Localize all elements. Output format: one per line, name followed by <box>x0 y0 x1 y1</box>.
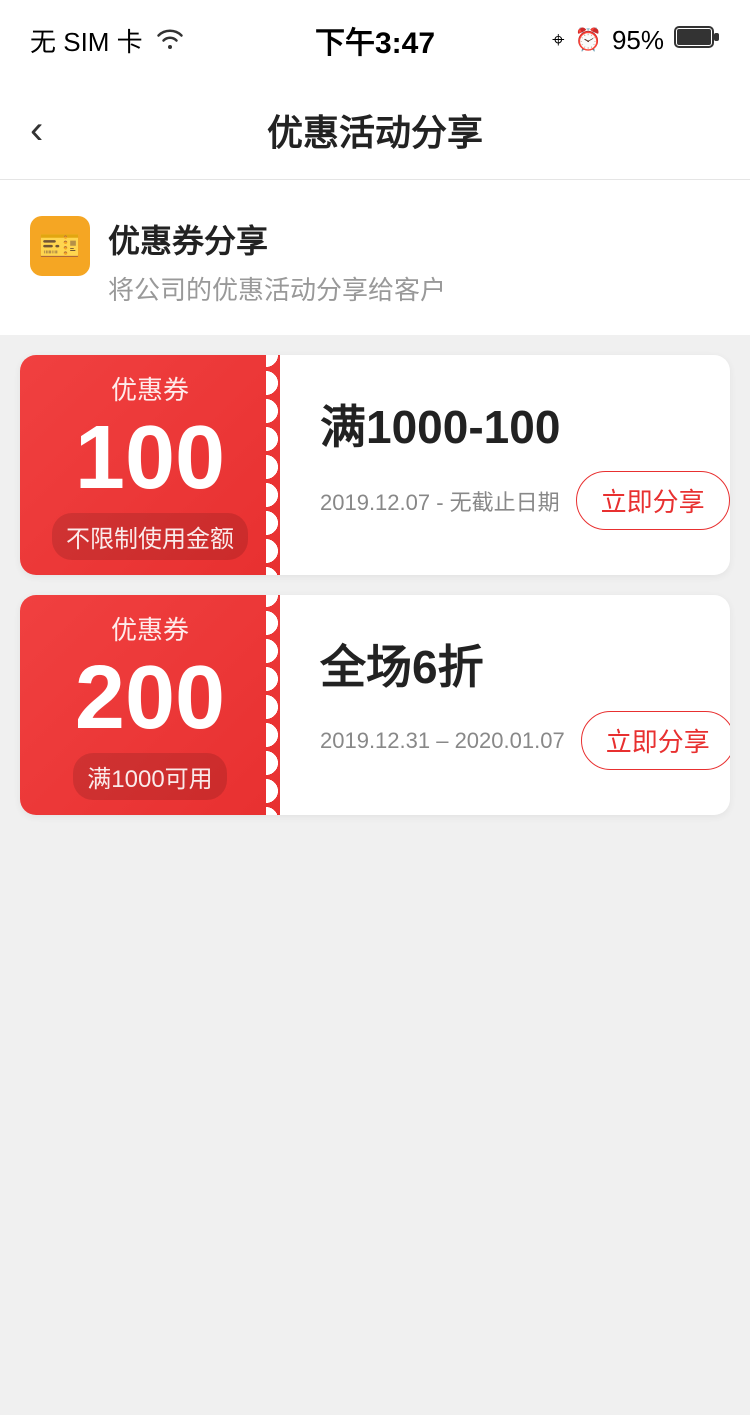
nav-bar: ‹ 优惠活动分享 <box>0 80 750 180</box>
location-icon: ⌖ <box>552 27 564 53</box>
coupon-name-2: 全场6折 <box>320 640 700 695</box>
coupon-label-2: 优惠券 <box>111 610 189 647</box>
bottom-area <box>0 815 750 1415</box>
section-header: 🎫 优惠券分享 将公司的优惠活动分享给客户 <box>0 180 750 335</box>
coupon-condition-1: 不限制使用金额 <box>52 513 248 560</box>
battery-text: 95% <box>612 25 664 56</box>
carrier-text: 无 SIM 卡 <box>30 22 143 59</box>
coupon-left-2: 优惠券 200 满1000可用 <box>20 595 280 815</box>
coupon-date-2: 2019.12.31 – 2020.01.07 <box>320 728 565 754</box>
back-button[interactable]: ‹ <box>30 110 43 150</box>
coupon-meta-1: 2019.12.07 - 无截止日期 立即分享 <box>320 471 700 530</box>
page-title: 优惠活动分享 <box>267 104 483 156</box>
coupon-card-2: 优惠券 200 满1000可用 全场6折 2019.12.31 – 2020.0… <box>20 595 730 815</box>
status-left: 无 SIM 卡 <box>30 22 185 59</box>
battery-icon <box>674 25 720 56</box>
section-text: 优惠券分享 将公司的优惠活动分享给客户 <box>108 216 446 307</box>
share-button-1[interactable]: 立即分享 <box>576 471 730 530</box>
wifi-icon <box>155 25 185 56</box>
coupon-right-2: 全场6折 2019.12.31 – 2020.01.07 立即分享 <box>280 595 730 815</box>
section-subtitle: 将公司的优惠活动分享给客户 <box>108 270 446 307</box>
coupon-card-1: 优惠券 100 不限制使用金额 满1000-100 2019.12.07 - 无… <box>20 355 730 575</box>
coupon-right-1: 满1000-100 2019.12.07 - 无截止日期 立即分享 <box>280 355 730 575</box>
share-button-2[interactable]: 立即分享 <box>581 711 730 770</box>
coupon-label-1: 优惠券 <box>111 370 189 407</box>
coupon-amount-1: 100 <box>75 413 225 503</box>
coupon-meta-2: 2019.12.31 – 2020.01.07 立即分享 <box>320 711 700 770</box>
coupon-date-1: 2019.12.07 - 无截止日期 <box>320 485 560 517</box>
coupon-condition-2: 满1000可用 <box>73 753 226 800</box>
section-title: 优惠券分享 <box>108 216 446 262</box>
coupon-name-1: 满1000-100 <box>320 400 700 455</box>
alarm-icon: ⏰ <box>575 27 602 53</box>
status-bar: 无 SIM 卡 下午3:47 ⌖ ⏰ 95% <box>0 0 750 80</box>
coupon-amount-2: 200 <box>75 653 225 743</box>
section-icon: 🎫 <box>30 216 90 276</box>
coupon-list: 优惠券 100 不限制使用金额 满1000-100 2019.12.07 - 无… <box>0 355 750 815</box>
status-right: ⌖ ⏰ 95% <box>552 25 720 56</box>
coupon-left-1: 优惠券 100 不限制使用金额 <box>20 355 280 575</box>
status-time: 下午3:47 <box>315 18 435 62</box>
